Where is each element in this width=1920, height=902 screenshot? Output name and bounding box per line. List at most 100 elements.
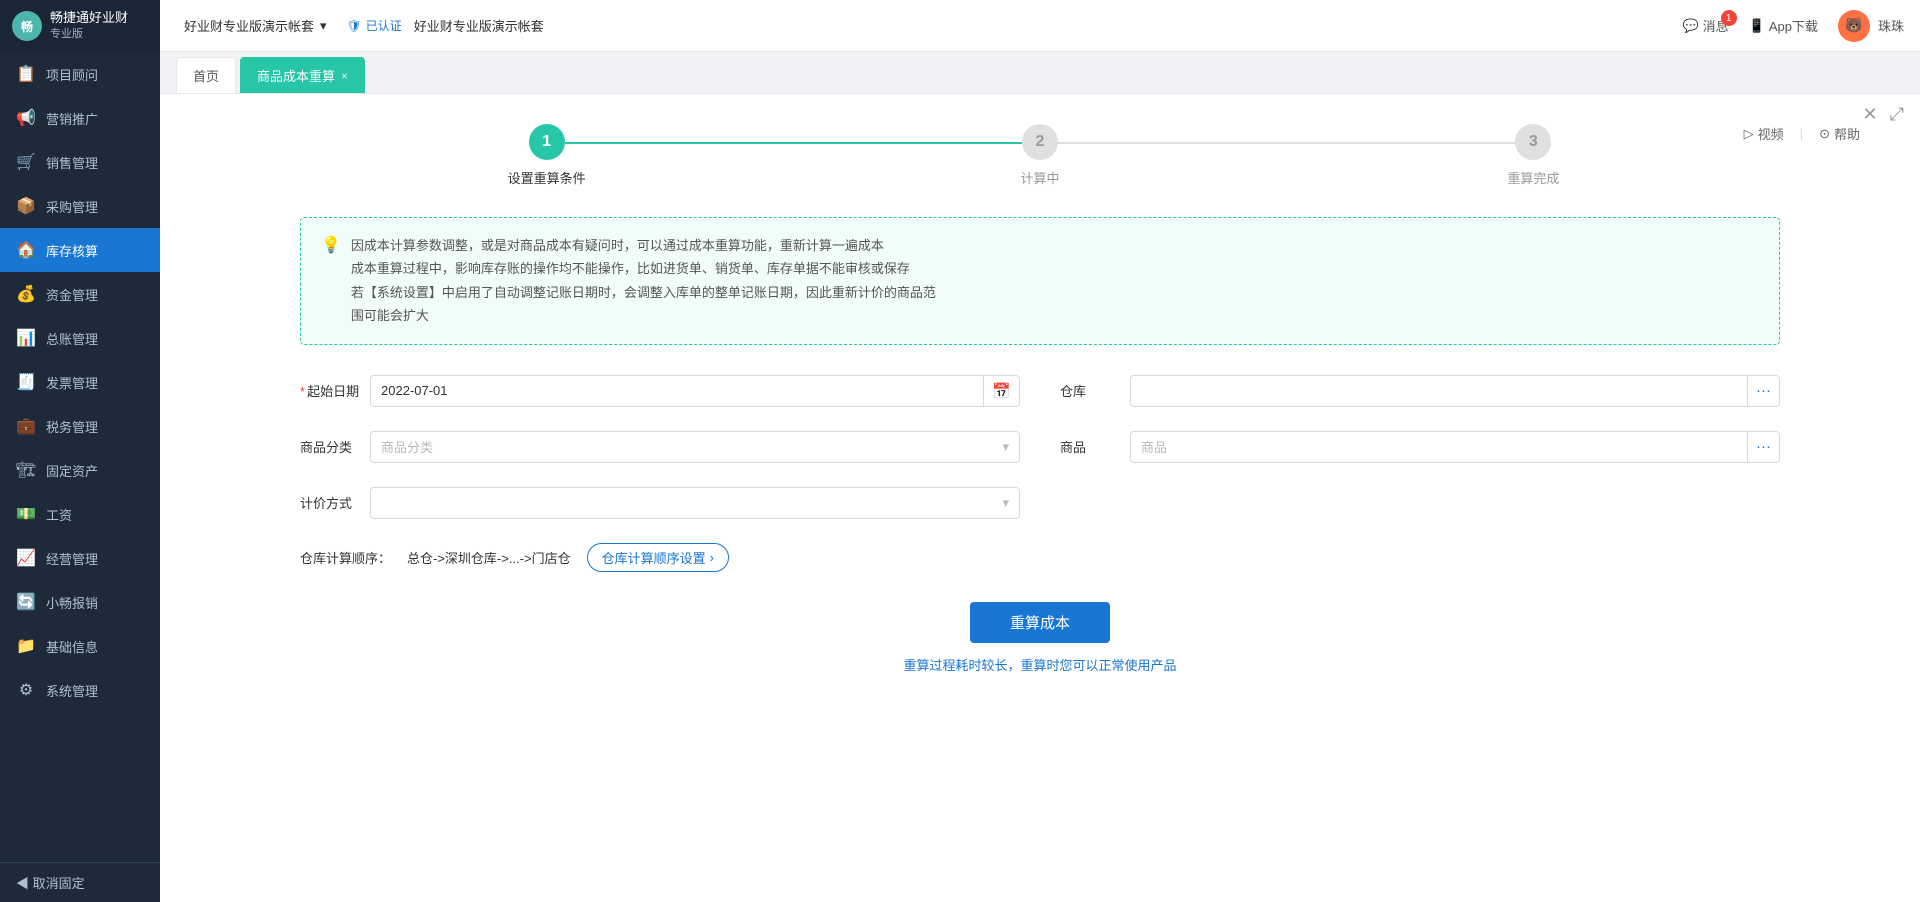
user-avatar: 🐻 bbox=[1838, 10, 1870, 42]
topbar: 好业财专业版演示帐套 ▾ 🛡 已认证 好业财专业版演示帐套 💬 消息 1 📱 A… bbox=[160, 0, 1920, 52]
sidebar-item-tax[interactable]: 💼 税务管理 bbox=[0, 404, 160, 448]
sidebar-label-basic: 基础信息 bbox=[46, 637, 98, 656]
sidebar-scroll: 📋 项目顾问 📢营销推广🛒销售管理📦采购管理 🏠 库存核算 💰资金管理📊总账管理🧾发票管理… bbox=[0, 52, 160, 862]
form-row-2: 商品分类 商品分类 ▾ 商品 商品 ··· bbox=[300, 431, 1780, 463]
form-container: *起始日期 📅 仓库 ··· 商 bbox=[300, 375, 1780, 674]
sidebar-item-marketing[interactable]: 📢营销推广 bbox=[0, 96, 160, 140]
sidebar-item-invoice[interactable]: 🧾发票管理 bbox=[0, 360, 160, 404]
edition-label: 专业版 bbox=[50, 27, 128, 41]
app-logo: 畅 bbox=[12, 11, 42, 41]
sidebar-icon-tax: 💼 bbox=[16, 416, 36, 436]
sidebar-icon-expense: 🔄 bbox=[16, 592, 36, 612]
warehouse-dots-icon[interactable]: ··· bbox=[1747, 376, 1779, 406]
chevron-right-icon: › bbox=[710, 550, 714, 565]
warehouse-order-row: 仓库计算顺序： 总仓->深圳仓库->...->门店仓 仓库计算顺序设置 › bbox=[300, 543, 1780, 572]
sidebar-item-accounting[interactable]: 📊总账管理 bbox=[0, 316, 160, 360]
step-1-line bbox=[565, 142, 1022, 144]
warehouse-value bbox=[1131, 376, 1747, 406]
message-icon: 💬 bbox=[1682, 18, 1698, 34]
sidebar-icon-assets: 🏗 bbox=[16, 460, 36, 480]
pricing-select[interactable]: ▾ bbox=[370, 487, 1020, 519]
step-1-label: 设置重算条件 bbox=[508, 168, 586, 187]
sidebar-label-purchase: 采购管理 bbox=[46, 197, 98, 216]
sidebar-icon-operation: 📈 bbox=[16, 548, 36, 568]
step-3-circle: 3 bbox=[1515, 124, 1551, 160]
goods-group: 商品 商品 ··· bbox=[1060, 431, 1780, 463]
sidebar-item-sales[interactable]: 🛒销售管理 bbox=[0, 140, 160, 184]
tab-home[interactable]: 首页 bbox=[176, 57, 236, 93]
sidebar-item-project[interactable]: 📋 项目顾问 bbox=[0, 52, 160, 96]
notice-box: 💡 因成本计算参数调整，或是对商品成本有疑问时，可以通过成本重算功能，重新计算一… bbox=[300, 217, 1780, 345]
start-date-input-wrapper: 📅 bbox=[370, 375, 1020, 407]
dropdown-arrow-icon: ▾ bbox=[320, 18, 327, 34]
warehouse-order-settings-button[interactable]: 仓库计算顺序设置 › bbox=[587, 543, 729, 572]
message-button[interactable]: 💬 消息 1 bbox=[1682, 16, 1728, 35]
sidebar-label-project: 项目顾问 bbox=[46, 65, 98, 84]
sidebar-label-tax: 税务管理 bbox=[46, 417, 98, 436]
category-placeholder: 商品分类 bbox=[381, 437, 433, 456]
sidebar: 畅 畅捷通好业财 专业版 📋 项目顾问 📢营销推广🛒销售管理📦采购管理 🏠 库存核算 💰资… bbox=[0, 0, 160, 902]
sidebar-item-purchase[interactable]: 📦采购管理 bbox=[0, 184, 160, 228]
sidebar-label-inventory: 库存核算 bbox=[46, 241, 98, 260]
step-1-circle: 1 bbox=[529, 124, 565, 160]
topbar-right: 💬 消息 1 📱 App下载 🐻 珠珠 bbox=[1682, 10, 1904, 42]
sidebar-label-invoice: 发票管理 bbox=[46, 373, 98, 392]
close-button[interactable]: ✕ bbox=[1863, 104, 1878, 125]
phone-icon: 📱 bbox=[1749, 18, 1765, 34]
sidebar-icon-finance: 💰 bbox=[16, 284, 36, 304]
message-badge: 1 bbox=[1721, 10, 1737, 26]
sidebar-unpin-button[interactable]: ◀ 取消固定 bbox=[0, 862, 160, 902]
tabbar: 首页 商品成本重算 × bbox=[160, 52, 1920, 94]
warehouse-order-value: 总仓->深圳仓库->...->门店仓 bbox=[407, 548, 571, 567]
tab-recalc[interactable]: 商品成本重算 × bbox=[240, 57, 365, 93]
expand-button[interactable]: ⤢ bbox=[1890, 104, 1904, 125]
sidebar-header: 畅 畅捷通好业财 专业版 bbox=[0, 0, 160, 52]
goods-placeholder: 商品 bbox=[1131, 432, 1747, 462]
app-download-label: App下载 bbox=[1769, 16, 1818, 35]
recalc-button[interactable]: 重算成本 bbox=[970, 602, 1110, 643]
sidebar-item-finance[interactable]: 💰资金管理 bbox=[0, 272, 160, 316]
warehouse-input-wrapper[interactable]: ··· bbox=[1130, 375, 1780, 407]
sidebar-item-assets[interactable]: 🏗固定资产 bbox=[0, 448, 160, 492]
sidebar-item-basic[interactable]: 📁 基础信息 bbox=[0, 624, 160, 668]
app-brand: 畅捷通好业财 专业版 bbox=[50, 10, 128, 41]
tab-close-icon[interactable]: × bbox=[341, 69, 348, 83]
pricing-label: 计价方式 bbox=[300, 493, 360, 512]
category-label: 商品分类 bbox=[300, 437, 360, 456]
sidebar-item-salary[interactable]: 💵 工资 bbox=[0, 492, 160, 536]
warehouse-label: 仓库 bbox=[1060, 381, 1120, 400]
category-select[interactable]: 商品分类 ▾ bbox=[370, 431, 1020, 463]
calendar-icon[interactable]: 📅 bbox=[983, 376, 1019, 406]
main-area: 好业财专业版演示帐套 ▾ 🛡 已认证 好业财专业版演示帐套 💬 消息 1 📱 A… bbox=[160, 0, 1920, 902]
account-name: 好业财专业版演示帐套 bbox=[184, 16, 314, 35]
notice-line3: 若【系统设置】中启用了自动调整记账日期时，会调整入库单的整单记账日期，因此重新计… bbox=[351, 281, 936, 304]
avatar-emoji: 🐻 bbox=[1845, 17, 1862, 34]
user-profile-button[interactable]: 🐻 珠珠 bbox=[1838, 10, 1904, 42]
sidebar-item-inventory[interactable]: 🏠 库存核算 bbox=[0, 228, 160, 272]
verified-badge: 🛡 已认证 bbox=[347, 17, 402, 34]
notice-text: 因成本计算参数调整，或是对商品成本有疑问时，可以通过成本重算功能，重新计算一遍成… bbox=[351, 234, 936, 328]
goods-input-wrapper[interactable]: 商品 ··· bbox=[1130, 431, 1780, 463]
content-area: ✕ ⤢ ▷ 视频 | ⊙ 帮助 1 设置重算条件 2 计算中 bbox=[160, 94, 1920, 902]
verified-account-name: 好业财专业版演示帐套 bbox=[414, 16, 544, 35]
sidebar-icon-inventory: 🏠 bbox=[16, 240, 36, 260]
goods-label: 商品 bbox=[1060, 437, 1120, 456]
warehouse-order-label: 仓库计算顺序： bbox=[300, 548, 391, 567]
sidebar-icon-project: 📋 bbox=[16, 64, 36, 84]
app-download-button[interactable]: 📱 App下载 bbox=[1749, 16, 1818, 35]
sidebar-icon-salary: 💵 bbox=[16, 504, 36, 524]
sidebar-item-operation[interactable]: 📈经营管理 bbox=[0, 536, 160, 580]
start-date-label: *起始日期 bbox=[300, 381, 360, 400]
sidebar-label-salary: 工资 bbox=[46, 505, 72, 524]
start-date-group: *起始日期 📅 bbox=[300, 375, 1020, 407]
account-selector[interactable]: 好业财专业版演示帐套 ▾ bbox=[176, 12, 335, 39]
sidebar-item-system[interactable]: ⚙系统管理 bbox=[0, 668, 160, 712]
unpin-label: ◀ 取消固定 bbox=[16, 873, 85, 892]
goods-dots-icon[interactable]: ··· bbox=[1747, 432, 1779, 462]
tab-recalc-label: 商品成本重算 bbox=[257, 66, 335, 85]
notice-line1: 因成本计算参数调整，或是对商品成本有疑问时，可以通过成本重算功能，重新计算一遍成… bbox=[351, 234, 936, 257]
sidebar-icon-basic: 📁 bbox=[16, 636, 36, 656]
sidebar-icon-accounting: 📊 bbox=[16, 328, 36, 348]
sidebar-item-expense[interactable]: 🔄小畅报销 bbox=[0, 580, 160, 624]
start-date-input[interactable] bbox=[371, 376, 983, 406]
